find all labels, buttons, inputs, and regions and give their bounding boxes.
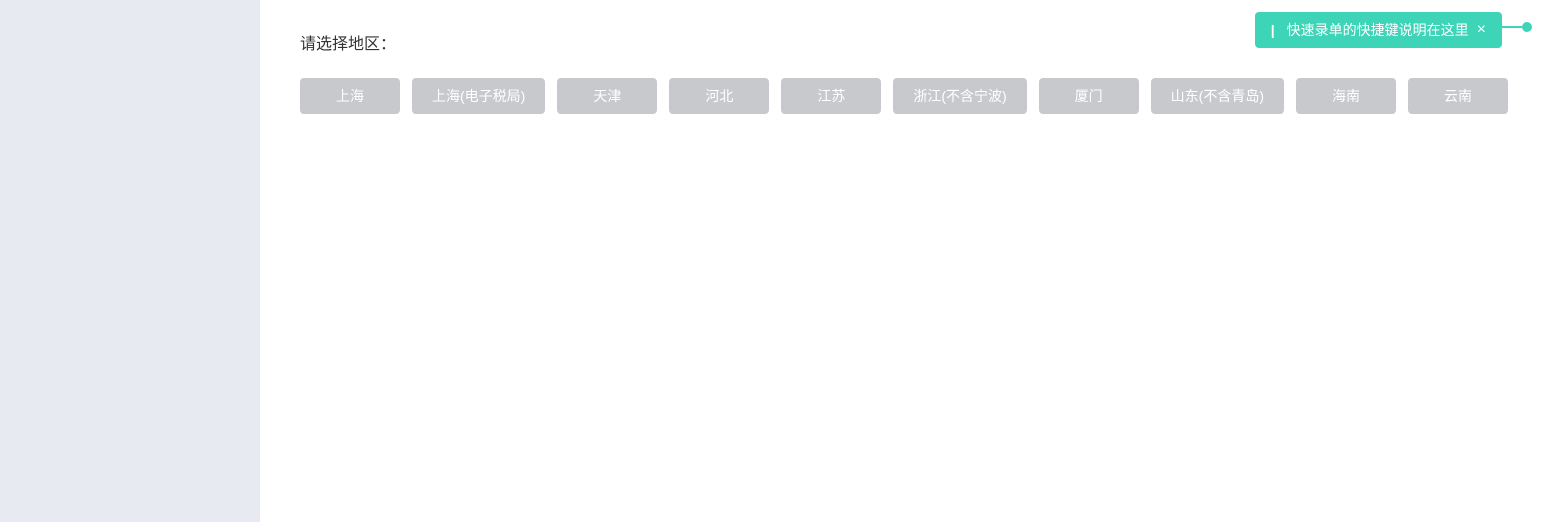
- tooltip-text: 快速录单的快捷键说明在这里: [1287, 20, 1469, 40]
- tooltip-dot: [1522, 22, 1532, 32]
- region-button-shandong[interactable]: 山东(不含青岛): [1151, 78, 1284, 114]
- region-button-hebei[interactable]: 河北: [669, 78, 769, 114]
- region-button-tianjin[interactable]: 天津: [557, 78, 657, 114]
- region-button-shanghai[interactable]: 上海: [300, 78, 400, 114]
- region-button-zhejiang[interactable]: 浙江(不含宁波): [893, 78, 1026, 114]
- main-content: 请选择地区： 上海上海(电子税局)天津河北江苏浙江(不含宁波)厦门山东(不含青岛…: [260, 0, 1562, 522]
- tooltip-line: [1502, 26, 1522, 28]
- region-button-jiangsu[interactable]: 江苏: [781, 78, 881, 114]
- region-button-yunnan[interactable]: 云南: [1408, 78, 1508, 114]
- tooltip-close-button[interactable]: ×: [1477, 22, 1486, 38]
- sidebar: [0, 0, 260, 522]
- tooltip-banner: 快速录单的快捷键说明在这里 ×: [1255, 12, 1502, 48]
- region-button-xiamen[interactable]: 厦门: [1039, 78, 1139, 114]
- region-buttons-container: 上海上海(电子税局) 天津河北江苏浙江(不含宁波) 厦门山东(不含青岛) 海南云南: [300, 78, 1522, 114]
- region-button-shanghai-etax[interactable]: 上海(电子税局): [412, 78, 545, 114]
- region-button-hainan[interactable]: 海南: [1296, 78, 1396, 114]
